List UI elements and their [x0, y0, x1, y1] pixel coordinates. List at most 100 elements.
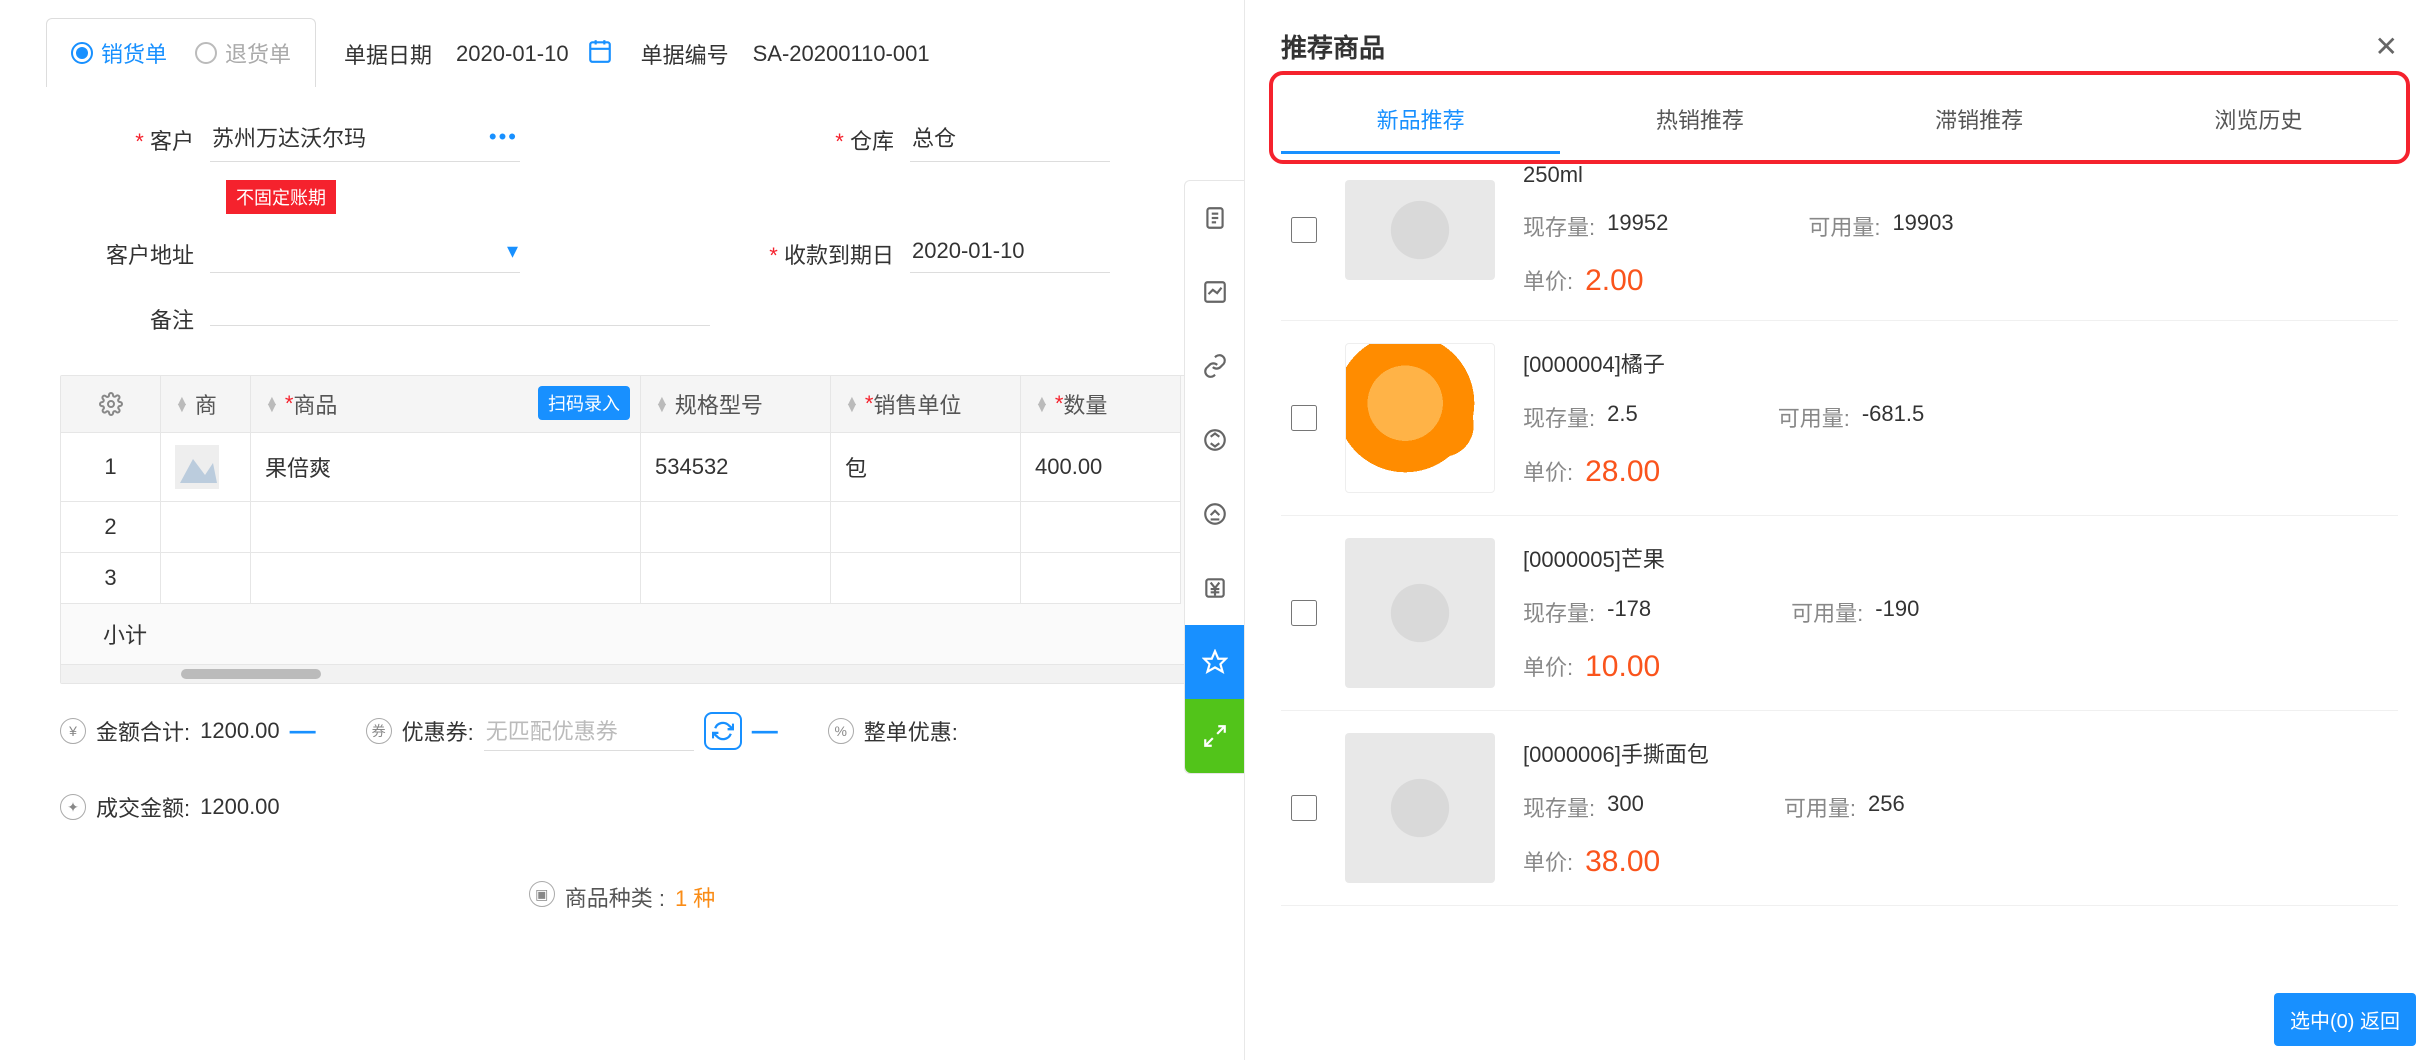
row-thumb[interactable]	[161, 502, 251, 553]
row-index: 1	[61, 433, 161, 502]
product-item[interactable]: [0000005]芒果 现存量:-178 可用量:-190 单价:10.00	[1281, 516, 2398, 711]
selected-return-button[interactable]: 选中(0) 返回	[2274, 993, 2416, 1046]
line-items-table: ▲▼商 ▲▼* 商品扫码录入 ▲▼规格型号 ▲▼* 销售单位 ▲▼* 数量 1 …	[60, 375, 1204, 684]
doc-no-group: 单据编号 SA-20200110-001	[641, 18, 930, 70]
panel-tabs: 新品推荐 热销推荐 滞销推荐 浏览历史	[1281, 85, 2398, 154]
doc-date-group: 单据日期 2020-01-10	[344, 18, 613, 70]
tool-chart-icon[interactable]	[1185, 255, 1244, 329]
tool-yen-icon[interactable]	[1185, 551, 1244, 625]
col-image[interactable]: ▲▼商	[161, 376, 251, 433]
tool-link-icon[interactable]	[1185, 329, 1244, 403]
col-spec[interactable]: ▲▼规格型号	[641, 376, 831, 433]
product-title: [0000004]橘子	[1523, 347, 2398, 379]
scrollbar-thumb[interactable]	[181, 669, 321, 679]
table-settings-button[interactable]	[61, 376, 161, 433]
row-index: 3	[61, 553, 161, 604]
deal-label: 成交金额:	[96, 791, 190, 823]
product-thumb	[1345, 538, 1495, 688]
sort-icon: ▲▼	[1035, 397, 1049, 411]
due-input[interactable]: 2020-01-10	[910, 234, 1110, 273]
calendar-icon[interactable]	[587, 38, 613, 70]
subtotal-row: 小计	[61, 604, 1203, 665]
row-spec[interactable]: 534532	[641, 433, 831, 502]
row-qty[interactable]	[1021, 502, 1181, 553]
row-thumb[interactable]	[161, 553, 251, 604]
doc-no-value: SA-20200110-001	[753, 41, 930, 67]
product-checkbox[interactable]	[1291, 405, 1317, 431]
subtotal-label: 小计	[75, 618, 175, 650]
ellipsis-icon[interactable]: •••	[489, 124, 518, 150]
close-icon[interactable]: ✕	[2375, 30, 2398, 63]
product-item[interactable]: [0000004]橘子 现存量:2.5 可用量:-681.5 单价:28.00	[1281, 321, 2398, 516]
remark-input[interactable]	[210, 313, 710, 326]
tab-history[interactable]: 浏览历史	[2119, 85, 2398, 154]
product-title: [0000005]芒果	[1523, 542, 2398, 574]
sort-icon: ▲▼	[175, 397, 189, 411]
product-checkbox[interactable]	[1291, 217, 1317, 243]
tool-doc-icon[interactable]	[1185, 181, 1244, 255]
tab-hot[interactable]: 热销推荐	[1560, 85, 1839, 154]
scan-entry-button[interactable]: 扫码录入	[538, 386, 630, 420]
tool-swap-icon[interactable]	[1185, 403, 1244, 477]
order-discount[interactable]: % 整单优惠:	[828, 715, 958, 747]
row-product[interactable]	[251, 553, 641, 604]
sku-value: 1 种	[675, 881, 715, 913]
discount-icon: %	[828, 718, 854, 744]
order-discount-label: 整单优惠:	[864, 715, 958, 747]
tab-slow[interactable]: 滞销推荐	[1840, 85, 2119, 154]
total-value: 1200.00	[200, 718, 280, 744]
bottom-summary: ▣ 商品种类 : 1 种	[0, 833, 1244, 913]
tool-star-icon[interactable]	[1185, 625, 1244, 699]
side-tool-column	[1184, 180, 1244, 774]
product-checkbox[interactable]	[1291, 795, 1317, 821]
col-unit[interactable]: ▲▼* 销售单位	[831, 376, 1021, 433]
deal-icon: ✦	[60, 794, 86, 820]
row-qty[interactable]	[1021, 553, 1181, 604]
doc-date-value[interactable]: 2020-01-10	[456, 41, 569, 67]
radio-return[interactable]: 退货单	[195, 37, 291, 69]
tool-expand-icon[interactable]	[1185, 699, 1244, 773]
product-title: 250ml	[1523, 162, 2398, 188]
product-list[interactable]: 250ml 现存量:19952 可用量:19903 单价:2.00 [00000…	[1245, 162, 2434, 1060]
chevron-down-icon[interactable]: ▾	[507, 238, 518, 264]
total-label: 金额合计:	[96, 715, 190, 747]
product-thumb	[1345, 180, 1495, 280]
coupon-icon: 券	[366, 718, 392, 744]
warehouse-label: 仓库	[760, 124, 910, 156]
yen-icon: ¥	[60, 718, 86, 744]
doc-date-label: 单据日期	[344, 38, 432, 70]
warehouse-value: 总仓	[912, 121, 956, 153]
radio-return-label: 退货单	[225, 37, 291, 69]
warehouse-input[interactable]: 总仓	[910, 117, 1110, 162]
customer-value: 苏州万达沃尔玛	[212, 121, 366, 153]
panel-title: 推荐商品	[1281, 28, 1385, 65]
row-unit[interactable]	[831, 502, 1021, 553]
sort-icon: ▲▼	[845, 397, 859, 411]
row-spec[interactable]	[641, 502, 831, 553]
product-item[interactable]: [0000006]手撕面包 现存量:300 可用量:256 单价:38.00	[1281, 711, 2398, 906]
coupon-label: 优惠券:	[402, 715, 474, 747]
total-amount: ¥ 金额合计: 1200.00 —	[60, 715, 316, 747]
product-checkbox[interactable]	[1291, 600, 1317, 626]
due-value: 2020-01-10	[912, 238, 1025, 264]
row-thumb[interactable]	[161, 433, 251, 502]
refresh-coupon-button[interactable]	[704, 712, 742, 750]
row-spec[interactable]	[641, 553, 831, 604]
customer-input[interactable]: 苏州万达沃尔玛 •••	[210, 117, 520, 162]
row-unit[interactable]	[831, 553, 1021, 604]
h-scrollbar[interactable]	[61, 665, 1203, 683]
row-qty[interactable]: 400.00	[1021, 433, 1181, 502]
col-product[interactable]: ▲▼* 商品扫码录入	[251, 376, 641, 433]
row-unit[interactable]: 包	[831, 433, 1021, 502]
coupon-input[interactable]: 无匹配优惠券	[484, 710, 694, 751]
row-product[interactable]: 果倍爽	[251, 433, 641, 502]
col-qty[interactable]: ▲▼* 数量	[1021, 376, 1181, 433]
row-product[interactable]	[251, 502, 641, 553]
address-input[interactable]: ▾	[210, 234, 520, 273]
remark-label: 备注	[60, 303, 210, 335]
tool-home-icon[interactable]	[1185, 477, 1244, 551]
tab-new[interactable]: 新品推荐	[1281, 85, 1560, 154]
address-label: 客户地址	[60, 238, 210, 270]
radio-sale[interactable]: 销货单	[71, 37, 167, 69]
product-item[interactable]: 250ml 现存量:19952 可用量:19903 单价:2.00	[1281, 162, 2398, 321]
